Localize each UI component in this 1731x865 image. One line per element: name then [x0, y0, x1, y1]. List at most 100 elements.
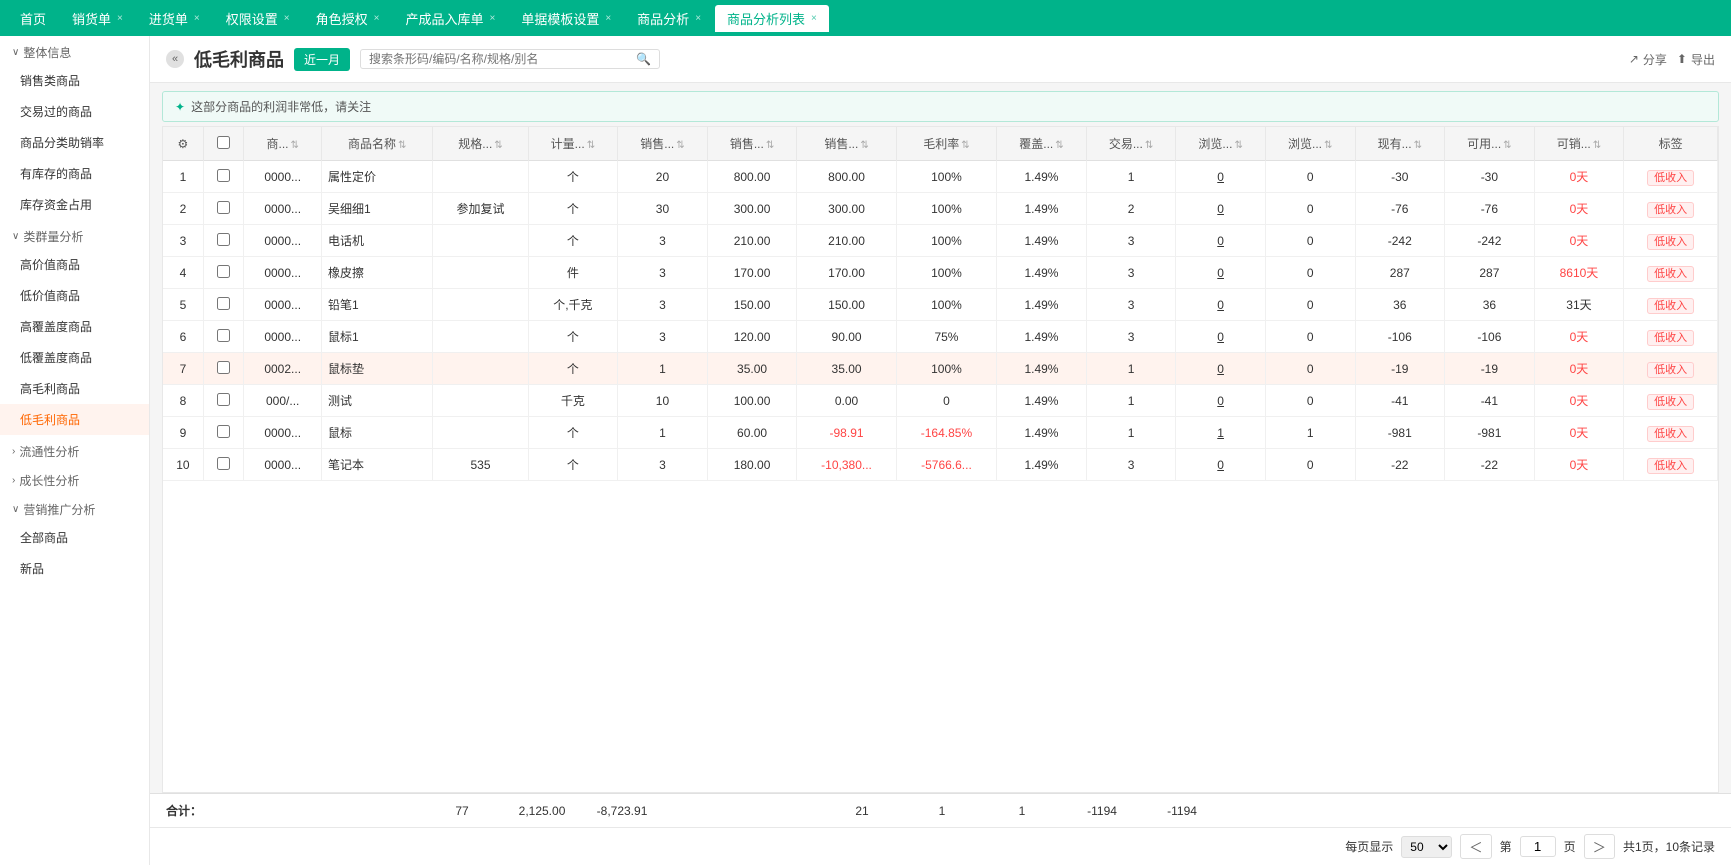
- nav-purchase-order[interactable]: 进货单 ×: [137, 5, 212, 32]
- col-sales-price[interactable]: 销售...⇅: [707, 127, 797, 161]
- nav-product-analysis[interactable]: 商品分析 ×: [625, 5, 713, 32]
- nav-sales-order[interactable]: 销货单 ×: [60, 5, 135, 32]
- col-current-stock[interactable]: 现有...⇅: [1355, 127, 1445, 161]
- nav-close-purchase-order[interactable]: ×: [194, 13, 200, 24]
- sidebar-item-all-goods[interactable]: 全部商品: [0, 522, 149, 553]
- sidebar-group-marketing[interactable]: ∨ 营销推广分析: [0, 493, 149, 522]
- share-button[interactable]: ↗ 分享: [1629, 51, 1667, 68]
- views1-link[interactable]: 0: [1217, 330, 1224, 344]
- time-filter-button[interactable]: 近一月: [294, 48, 350, 71]
- row-current-stock: -981: [1355, 417, 1445, 449]
- col-gross-rate[interactable]: 毛利率⇅: [896, 127, 996, 161]
- sidebar-item-sales-goods[interactable]: 销售类商品: [0, 65, 149, 96]
- row-checkbox[interactable]: [203, 161, 244, 193]
- nav-close-role-auth[interactable]: ×: [374, 13, 380, 24]
- sidebar-item-high-margin[interactable]: 高毛利商品: [0, 373, 149, 404]
- row-checkbox[interactable]: [203, 417, 244, 449]
- row-checkbox[interactable]: [203, 353, 244, 385]
- nav-permissions[interactable]: 权限设置 ×: [214, 5, 302, 32]
- sidebar-item-high-coverage[interactable]: 高覆盖度商品: [0, 311, 149, 342]
- row-checkbox[interactable]: [203, 289, 244, 321]
- low-income-tag: 低收入: [1647, 426, 1694, 442]
- views1-link[interactable]: 0: [1217, 362, 1224, 376]
- sidebar-item-in-stock[interactable]: 有库存的商品: [0, 158, 149, 189]
- row-checkbox[interactable]: [203, 449, 244, 481]
- nav-close-template-settings[interactable]: ×: [605, 13, 611, 24]
- views1-link[interactable]: 0: [1217, 170, 1224, 184]
- sidebar-item-traded-goods[interactable]: 交易过的商品: [0, 96, 149, 127]
- row-views1[interactable]: 1: [1176, 417, 1266, 449]
- sidebar-group-cluster[interactable]: ∨ 类群量分析: [0, 220, 149, 249]
- sidebar-group-circulation[interactable]: › 流通性分析: [0, 435, 149, 464]
- views1-link[interactable]: 1: [1217, 426, 1224, 440]
- nav-role-auth[interactable]: 角色授权 ×: [304, 5, 392, 32]
- sidebar-item-high-value[interactable]: 高价值商品: [0, 249, 149, 280]
- col-name[interactable]: 商品名称⇅: [321, 127, 432, 161]
- row-checkbox[interactable]: [203, 193, 244, 225]
- col-sales-profit[interactable]: 销售...⇅: [797, 127, 896, 161]
- col-checkbox[interactable]: [203, 127, 244, 161]
- col-unit[interactable]: 计量...⇅: [528, 127, 618, 161]
- row-views1[interactable]: 0: [1176, 225, 1266, 257]
- low-income-tag: 低收入: [1647, 234, 1694, 250]
- col-sales-qty[interactable]: 销售...⇅: [618, 127, 708, 161]
- nav-close-product-entry[interactable]: ×: [489, 13, 495, 24]
- select-all-checkbox[interactable]: [217, 136, 230, 149]
- row-unit: 个: [528, 193, 618, 225]
- col-sellable[interactable]: 可销...⇅: [1534, 127, 1624, 161]
- col-settings[interactable]: ⚙: [163, 127, 203, 161]
- nav-product-analysis-list[interactable]: 商品分析列表 ×: [715, 5, 829, 32]
- nav-home[interactable]: 首页: [8, 5, 58, 32]
- nav-template-settings[interactable]: 单据模板设置 ×: [509, 5, 623, 32]
- low-income-tag: 低收入: [1647, 394, 1694, 410]
- views1-link[interactable]: 0: [1217, 202, 1224, 216]
- nav-close-product-analysis-list[interactable]: ×: [811, 13, 817, 24]
- sidebar-item-low-value[interactable]: 低价值商品: [0, 280, 149, 311]
- row-name: 测试: [321, 385, 432, 417]
- search-input[interactable]: [369, 52, 636, 66]
- settings-icon[interactable]: ⚙: [178, 137, 189, 151]
- export-button[interactable]: ⬆ 导出: [1677, 51, 1715, 68]
- views1-link[interactable]: 0: [1217, 234, 1224, 248]
- row-views1[interactable]: 0: [1176, 193, 1266, 225]
- sidebar-item-category-rate[interactable]: 商品分类助销率: [0, 127, 149, 158]
- nav-close-sales-order[interactable]: ×: [117, 13, 123, 24]
- prev-page-button[interactable]: ＜: [1460, 834, 1491, 859]
- views1-link[interactable]: 0: [1217, 394, 1224, 408]
- col-spec[interactable]: 规格...⇅: [433, 127, 528, 161]
- nav-product-entry[interactable]: 产成品入库单 ×: [393, 5, 507, 32]
- col-transactions[interactable]: 交易...⇅: [1086, 127, 1176, 161]
- nav-close-permissions[interactable]: ×: [284, 13, 290, 24]
- row-views1[interactable]: 0: [1176, 385, 1266, 417]
- next-page-button[interactable]: ＞: [1584, 834, 1615, 859]
- nav-close-product-analysis[interactable]: ×: [695, 13, 701, 24]
- sidebar-item-new-goods[interactable]: 新品: [0, 553, 149, 584]
- row-views1[interactable]: 0: [1176, 353, 1266, 385]
- sidebar-group-growth[interactable]: › 成长性分析: [0, 464, 149, 493]
- col-views2[interactable]: 浏览...⇅: [1265, 127, 1355, 161]
- sidebar-item-low-margin[interactable]: 低毛利商品: [0, 404, 149, 435]
- row-views1[interactable]: 0: [1176, 161, 1266, 193]
- row-checkbox[interactable]: [203, 225, 244, 257]
- sidebar-group-overall[interactable]: ∨ 整体信息: [0, 36, 149, 65]
- views1-link[interactable]: 0: [1217, 266, 1224, 280]
- sidebar-item-low-coverage[interactable]: 低覆盖度商品: [0, 342, 149, 373]
- sidebar-collapse-btn[interactable]: «: [166, 50, 184, 68]
- row-views1[interactable]: 0: [1176, 289, 1266, 321]
- row-code: 0000...: [244, 449, 322, 481]
- current-page-input[interactable]: [1520, 836, 1556, 857]
- views1-link[interactable]: 0: [1217, 458, 1224, 472]
- col-available[interactable]: 可用...⇅: [1445, 127, 1535, 161]
- page-size-select[interactable]: 50 100 200: [1401, 836, 1452, 858]
- col-code[interactable]: 商...⇅: [244, 127, 322, 161]
- views1-link[interactable]: 0: [1217, 298, 1224, 312]
- row-checkbox[interactable]: [203, 257, 244, 289]
- row-views1[interactable]: 0: [1176, 449, 1266, 481]
- sidebar-item-stock-capital[interactable]: 库存资金占用: [0, 189, 149, 220]
- row-views1[interactable]: 0: [1176, 257, 1266, 289]
- row-checkbox[interactable]: [203, 385, 244, 417]
- col-coverage[interactable]: 覆盖...⇅: [997, 127, 1087, 161]
- col-views1[interactable]: 浏览...⇅: [1176, 127, 1266, 161]
- row-checkbox[interactable]: [203, 321, 244, 353]
- row-views1[interactable]: 0: [1176, 321, 1266, 353]
